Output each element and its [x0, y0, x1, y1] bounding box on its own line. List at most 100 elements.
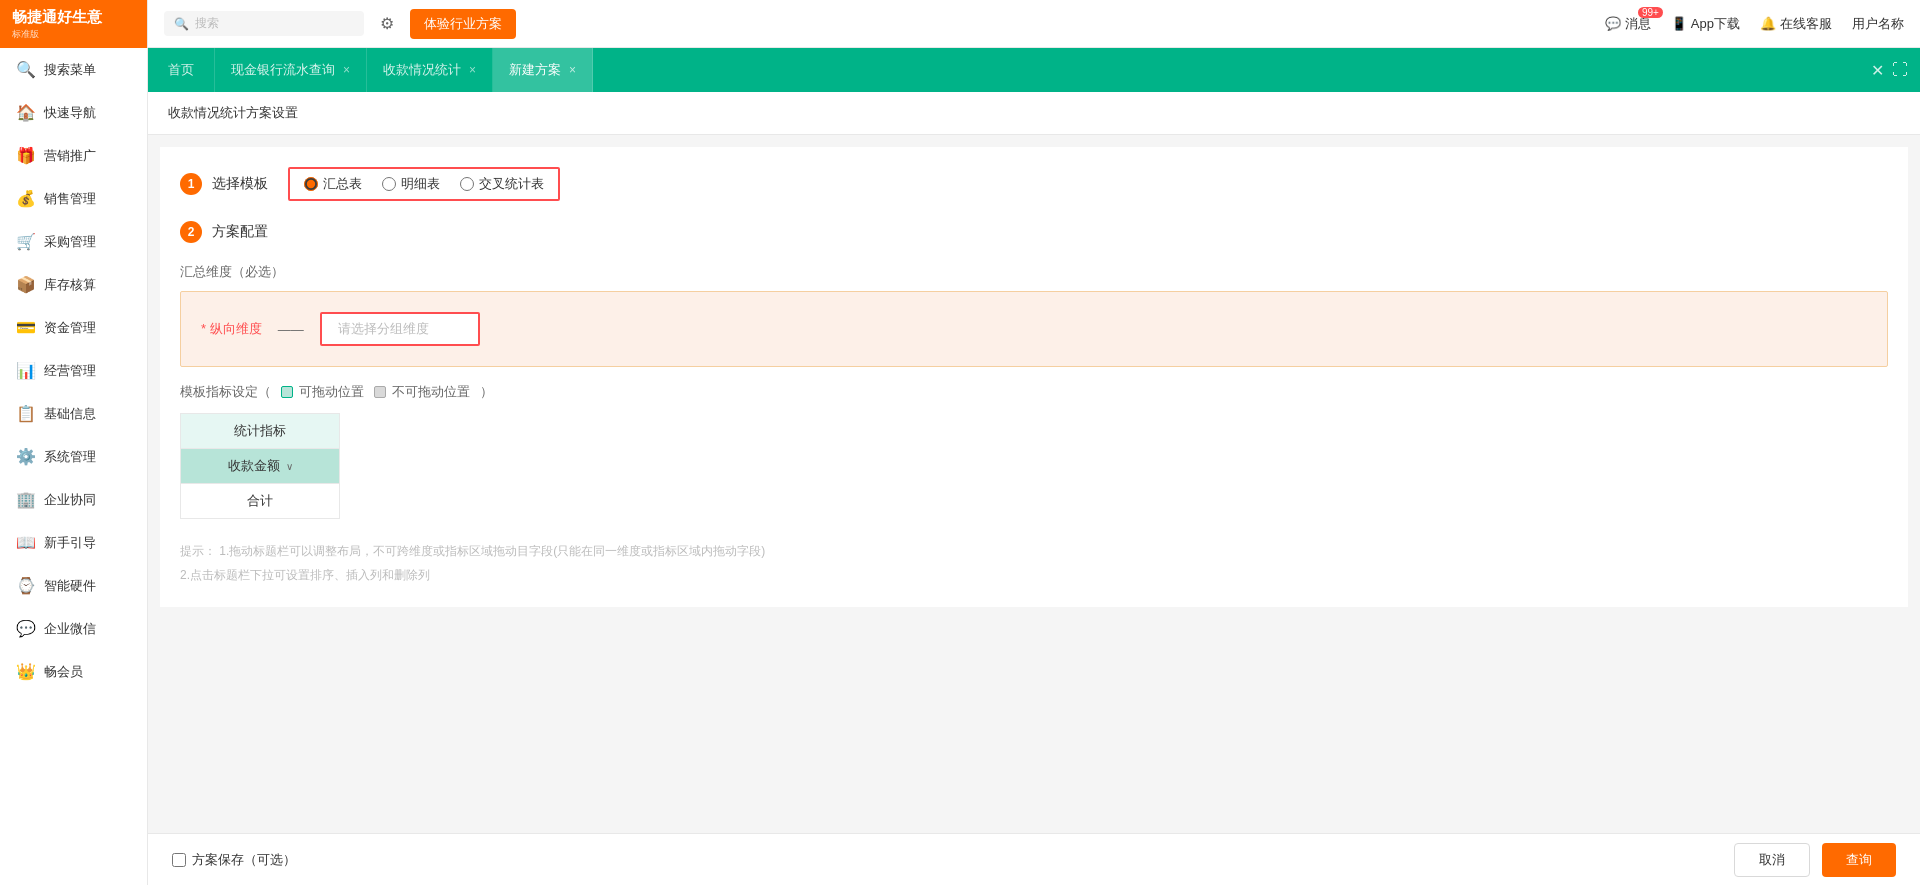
- download-icon: 📱: [1671, 16, 1687, 31]
- radio-summary-label: 汇总表: [323, 175, 362, 193]
- page-content: 收款情况统计方案设置 1 选择模板 汇总表 明细表: [148, 92, 1920, 833]
- metrics-title-suffix: ）: [480, 383, 493, 401]
- search-placeholder: 搜索: [195, 15, 219, 32]
- tabbar: 首页 现金银行流水查询 × 收款情况统计 × 新建方案 × ✕ ⛶: [148, 48, 1920, 92]
- message-icon: 💬: [1605, 16, 1621, 31]
- sidebar-item-purchase[interactable]: 🛒 采购管理: [0, 220, 147, 263]
- radio-cross[interactable]: 交叉统计表: [460, 175, 544, 193]
- building-icon: 🏢: [16, 490, 36, 509]
- sidebar-item-basic-info[interactable]: 📋 基础信息: [0, 392, 147, 435]
- sidebar-item-inventory[interactable]: 📦 库存核算: [0, 263, 147, 306]
- dimension-select[interactable]: 请选择分组维度: [320, 312, 480, 346]
- industry-btn[interactable]: 体验行业方案: [410, 9, 516, 39]
- tip-2: 2.点击标题栏下拉可设置排序、插入列和删除列: [180, 563, 1888, 587]
- search-menu-icon: 🔍: [16, 60, 36, 79]
- step1-badge: 1: [180, 173, 202, 195]
- page-title: 收款情况统计方案设置: [168, 105, 298, 120]
- step2-label: 方案配置: [212, 223, 268, 241]
- sidebar-item-finance[interactable]: 💳 资金管理: [0, 306, 147, 349]
- sidebar-item-label: 库存核算: [44, 276, 96, 294]
- cancel-button[interactable]: 取消: [1734, 843, 1810, 877]
- book-icon: 📖: [16, 533, 36, 552]
- box-icon: 📦: [16, 275, 36, 294]
- fixed-dot: [374, 386, 386, 398]
- tab-expand-btn[interactable]: ⛶: [1892, 61, 1908, 79]
- tab-new-plan-label: 新建方案: [509, 61, 561, 79]
- message-badge[interactable]: 💬 消息 99+: [1605, 15, 1651, 33]
- message-count: 99+: [1638, 7, 1663, 18]
- draggable-dot: [281, 386, 293, 398]
- metrics-cell-total: 合计: [181, 484, 339, 518]
- query-button[interactable]: 查询: [1822, 843, 1896, 877]
- tab-new-plan[interactable]: 新建方案 ×: [493, 48, 593, 92]
- logo-sub-text: 标准版: [12, 28, 102, 41]
- tab-bank-flow-close[interactable]: ×: [343, 63, 350, 77]
- radio-detail-input[interactable]: [382, 177, 396, 191]
- draggable-label: 可拖动位置: [299, 383, 364, 401]
- tip-1: 提示： 1.拖动标题栏可以调整布局，不可跨维度或指标区域拖动目字段(只能在同一维…: [180, 539, 1888, 563]
- radio-detail[interactable]: 明细表: [382, 175, 440, 193]
- tab-home[interactable]: 首页: [148, 48, 215, 92]
- search-icon: 🔍: [174, 17, 189, 31]
- tab-new-plan-close[interactable]: ×: [569, 63, 576, 77]
- settings-icon[interactable]: ⚙: [380, 14, 394, 33]
- crown-icon: 👑: [16, 662, 36, 681]
- tab-close-btn[interactable]: ✕: [1871, 61, 1884, 80]
- user-info[interactable]: 用户名称: [1852, 15, 1904, 33]
- dimension-row: * 纵向维度 —— 请选择分组维度: [201, 312, 480, 346]
- online-service[interactable]: 🔔 在线客服: [1760, 15, 1832, 33]
- radio-cross-label: 交叉统计表: [479, 175, 544, 193]
- sidebar-item-enterprise[interactable]: 🏢 企业协同: [0, 478, 147, 521]
- tab-home-label: 首页: [168, 61, 194, 79]
- sidebar-item-sales[interactable]: 💰 销售管理: [0, 177, 147, 220]
- sidebar-item-member[interactable]: 👑 畅会员: [0, 650, 147, 693]
- tab-collection-stat[interactable]: 收款情况统计 ×: [367, 48, 493, 92]
- sidebar-item-system[interactable]: ⚙️ 系统管理: [0, 435, 147, 478]
- bottom-bar: 方案保存（可选） 取消 查询: [148, 833, 1920, 885]
- sidebar-item-label: 快速导航: [44, 104, 96, 122]
- home-icon: 🏠: [16, 103, 36, 122]
- dimension-area: * 纵向维度 —— 请选择分组维度: [180, 291, 1888, 367]
- tab-bank-flow-label: 现金银行流水查询: [231, 61, 335, 79]
- sidebar-item-label: 企业协同: [44, 491, 96, 509]
- sidebar-item-label: 新手引导: [44, 534, 96, 552]
- template-radio-group: 汇总表 明细表 交叉统计表: [288, 167, 560, 201]
- metrics-column-header: 统计指标: [181, 414, 339, 449]
- sidebar-item-hardware[interactable]: ⌚ 智能硬件: [0, 564, 147, 607]
- fixed-label: 不可拖动位置: [392, 383, 470, 401]
- sidebar-item-search-menu[interactable]: 🔍 搜索菜单: [0, 48, 147, 91]
- money-icon: 💰: [16, 189, 36, 208]
- step2-row: 2 方案配置: [180, 221, 1888, 243]
- metrics-title: 模板指标设定（: [180, 383, 271, 401]
- step2-badge: 2: [180, 221, 202, 243]
- draggable-indicator: 可拖动位置: [281, 383, 364, 401]
- app-download[interactable]: 📱 App下载: [1671, 15, 1740, 33]
- topbar-right: 💬 消息 99+ 📱 App下载 🔔 在线客服 用户名称: [1605, 15, 1904, 33]
- download-label: App下载: [1691, 15, 1740, 33]
- sidebar-item-quick-nav[interactable]: 🏠 快速导航: [0, 91, 147, 134]
- search-box[interactable]: 🔍 搜索: [164, 11, 364, 36]
- sidebar-item-guide[interactable]: 📖 新手引导: [0, 521, 147, 564]
- metrics-sub-header[interactable]: 收款金额 ∨: [181, 449, 339, 484]
- metrics-sub-header-label: 收款金额: [228, 457, 280, 475]
- save-checkbox[interactable]: [172, 853, 186, 867]
- fixed-indicator: 不可拖动位置: [374, 383, 470, 401]
- metrics-table: 统计指标 收款金额 ∨ 合计: [180, 413, 340, 519]
- sidebar-logo: 畅捷通好生意 标准版: [0, 0, 147, 48]
- metrics-dropdown-icon[interactable]: ∨: [286, 461, 293, 472]
- sidebar-item-marketing[interactable]: 🎁 营销推广: [0, 134, 147, 177]
- sidebar-item-wechat[interactable]: 💬 企业微信: [0, 607, 147, 650]
- radio-summary-input[interactable]: [304, 177, 318, 191]
- topbar: 🔍 搜索 ⚙ 体验行业方案 💬 消息 99+ 📱 App下载 🔔 在线客服 用户…: [148, 0, 1920, 48]
- tab-collection-stat-close[interactable]: ×: [469, 63, 476, 77]
- tab-bank-flow[interactable]: 现金银行流水查询 ×: [215, 48, 367, 92]
- dimension-title: 汇总维度（必选）: [180, 263, 1888, 281]
- cart-icon: 🛒: [16, 232, 36, 251]
- radio-summary[interactable]: 汇总表: [304, 175, 362, 193]
- sidebar-item-operations[interactable]: 📊 经营管理: [0, 349, 147, 392]
- sidebar-item-label: 企业微信: [44, 620, 96, 638]
- dimension-section: 汇总维度（必选） * 纵向维度 —— 请选择分组维度: [180, 263, 1888, 367]
- logo-main-text: 畅捷通好生意: [12, 8, 102, 27]
- save-option: 方案保存（可选）: [172, 851, 296, 869]
- radio-cross-input[interactable]: [460, 177, 474, 191]
